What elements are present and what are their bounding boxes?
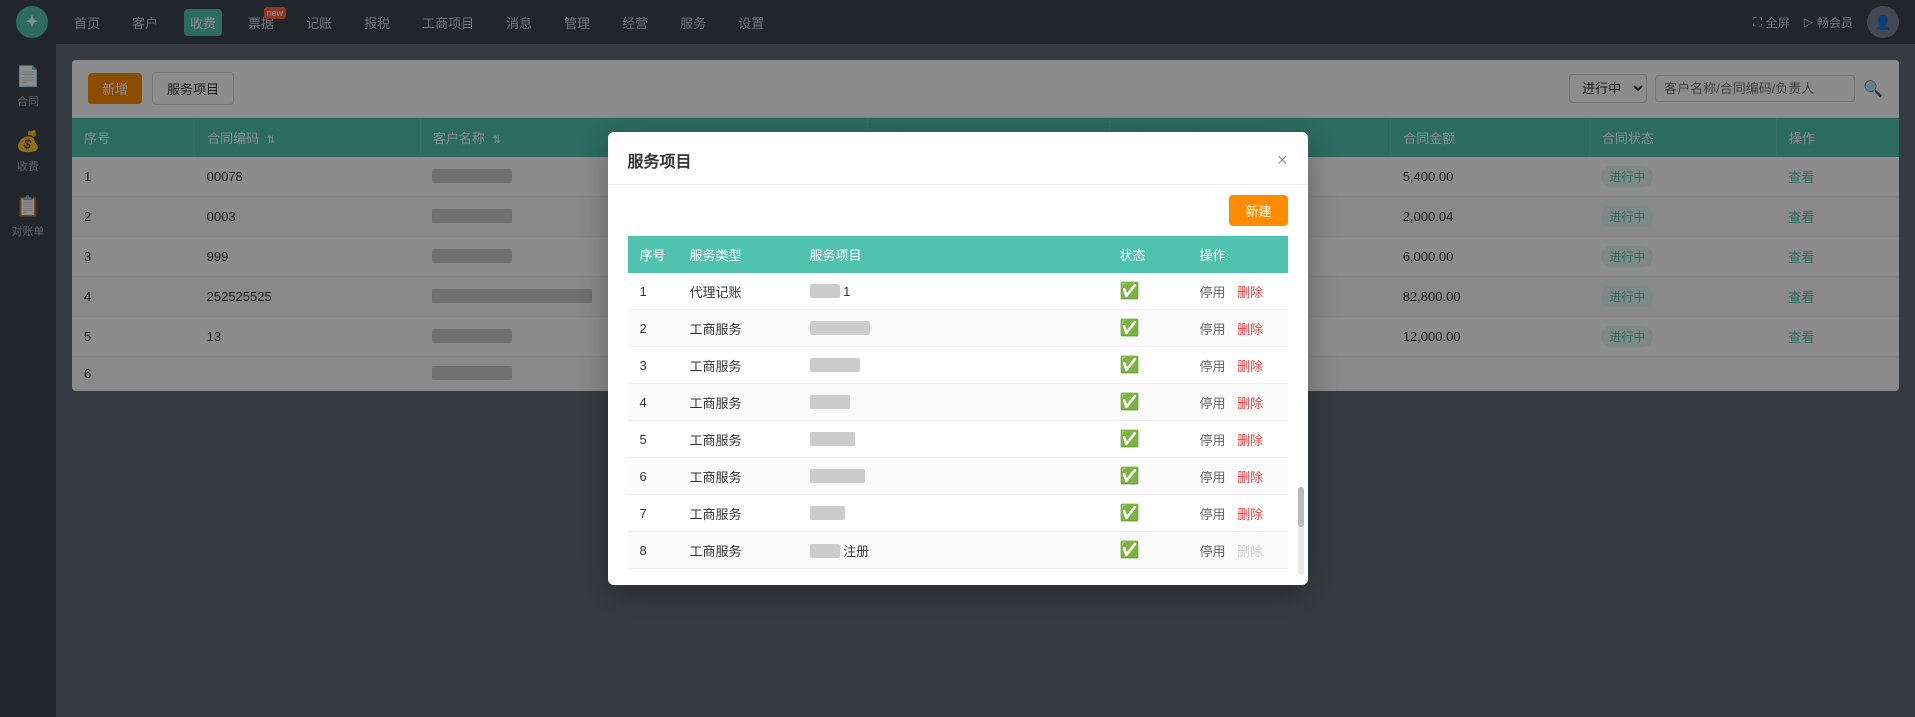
stop-button[interactable]: 停用 [1200,393,1226,412]
stop-button[interactable]: 停用 [1200,467,1226,486]
modal-table-row: 6 工商服务 ✅ 停用 删除 [628,458,1288,495]
stop-button[interactable]: 停用 [1200,430,1226,449]
scrollbar-track[interactable] [1298,487,1304,575]
modal-cell-type: 工商服务 [678,532,798,569]
modal-cell-type: 工商服务 [678,384,798,421]
modal-cell-type: 工商服务 [678,458,798,495]
modal-cell-status: ✅ [1108,310,1188,347]
modal-cell-item [798,421,1108,458]
modal-cell-action: 停用 删除 [1188,384,1288,421]
delete-button[interactable]: 删除 [1237,282,1263,301]
modal-cell-seq: 7 [628,495,678,532]
stop-button[interactable]: 停用 [1200,541,1226,560]
modal-cell-seq: 6 [628,458,678,495]
modal-cell-type: 代理记账 [678,273,798,310]
service-items-modal: 服务项目 × 新建 序号 服务类型 服务项目 状态 操作 [608,132,1308,585]
modal-cell-status: ✅ [1108,421,1188,458]
modal-cell-seq: 3 [628,347,678,384]
modal-cell-action: 停用 删除 [1188,495,1288,532]
modal-table-row: 7 工商服务 ✅ 停用 删除 [628,495,1288,532]
modal-cell-seq: 4 [628,384,678,421]
modal-cell-seq: 2 [628,310,678,347]
delete-button[interactable]: 删除 [1237,430,1263,449]
stop-button[interactable]: 停用 [1200,282,1226,301]
modal-table-row: 1 代理记账 1 ✅ 停用 删除 [628,273,1288,310]
modal-cell-type: 工商服务 [678,347,798,384]
modal-cell-seq: 1 [628,273,678,310]
modal-cell-type: 工商服务 [678,421,798,458]
modal-table-row: 3 工商服务 ✅ 停用 删除 [628,347,1288,384]
delete-button[interactable]: 删除 [1237,393,1263,412]
modal-cell-status: ✅ [1108,495,1188,532]
delete-button[interactable]: 删除 [1237,319,1263,338]
modal-table-row: 4 工商服务 ✅ 停用 删除 [628,384,1288,421]
modal-cell-status: ✅ [1108,273,1188,310]
modal-table-row: 8 工商服务 注册 ✅ 停用 删除 [628,532,1288,569]
modal-cell-type: 工商服务 [678,495,798,532]
modal-title: 服务项目 [628,148,692,172]
modal-col-type: 服务类型 [678,236,798,273]
modal-cell-item [798,495,1108,532]
delete-button[interactable]: 删除 [1237,504,1263,523]
modal-new-button[interactable]: 新建 [1229,195,1287,226]
service-items-table: 序号 服务类型 服务项目 状态 操作 1 代理记账 1 ✅ 停用 [628,236,1288,569]
modal-table-row: 5 工商服务 ✅ 停用 删除 [628,421,1288,458]
modal-col-seq: 序号 [628,236,678,273]
modal-cell-seq: 8 [628,532,678,569]
modal-cell-item: 注册 [798,532,1108,569]
modal-col-status: 状态 [1108,236,1188,273]
modal-cell-item [798,347,1108,384]
modal-overlay: 服务项目 × 新建 序号 服务类型 服务项目 状态 操作 [0,0,1915,717]
modal-cell-type: 工商服务 [678,310,798,347]
modal-cell-item [798,310,1108,347]
modal-col-item: 服务项目 [798,236,1108,273]
modal-cell-action: 停用 删除 [1188,421,1288,458]
modal-cell-action: 停用 删除 [1188,458,1288,495]
modal-cell-status: ✅ [1108,384,1188,421]
modal-cell-status: ✅ [1108,532,1188,569]
delete-button[interactable]: 删除 [1237,541,1263,560]
stop-button[interactable]: 停用 [1200,356,1226,375]
modal-body: 序号 服务类型 服务项目 状态 操作 1 代理记账 1 ✅ 停用 [608,236,1308,585]
modal-cell-action: 停用 删除 [1188,532,1288,569]
stop-button[interactable]: 停用 [1200,319,1226,338]
modal-cell-action: 停用 删除 [1188,347,1288,384]
stop-button[interactable]: 停用 [1200,504,1226,523]
modal-cell-item [798,384,1108,421]
delete-button[interactable]: 删除 [1237,467,1263,486]
modal-header: 服务项目 × [608,132,1308,185]
modal-cell-item: 1 [798,273,1108,310]
scrollbar-thumb [1298,487,1304,527]
modal-col-action: 操作 [1188,236,1288,273]
delete-button[interactable]: 删除 [1237,356,1263,375]
modal-cell-action: 停用 删除 [1188,273,1288,310]
modal-table-row: 2 工商服务 ✅ 停用 删除 [628,310,1288,347]
modal-cell-seq: 5 [628,421,678,458]
modal-cell-item [798,458,1108,495]
modal-close-button[interactable]: × [1277,151,1288,169]
modal-cell-status: ✅ [1108,347,1188,384]
modal-cell-status: ✅ [1108,458,1188,495]
modal-toolbar: 新建 [608,185,1308,236]
modal-cell-action: 停用 删除 [1188,310,1288,347]
